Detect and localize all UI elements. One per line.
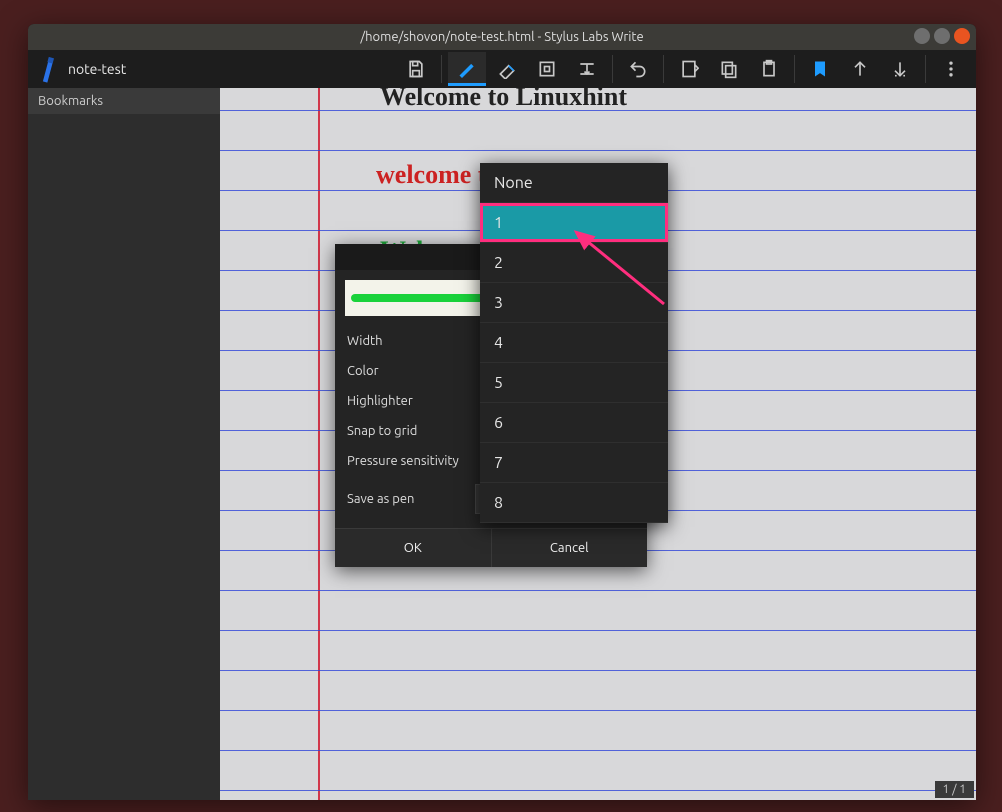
app-icon [29,51,65,87]
insert-space-button[interactable] [568,52,606,86]
undo-button[interactable] [619,52,657,86]
overflow-menu-button[interactable] [932,52,970,86]
minimize-button[interactable] [914,28,930,44]
dropdown-item-7[interactable]: 7 [480,443,668,483]
page-counter: 1 / 1 [935,781,974,798]
bookmarks-list[interactable] [28,114,220,800]
close-button[interactable] [954,28,970,44]
bookmark-button[interactable] [801,52,839,86]
pen-saveas-label: Save as pen [347,492,475,506]
pen-cancel-button[interactable]: Cancel [491,529,648,567]
maximize-button[interactable] [934,28,950,44]
toolbar: note-test [28,50,976,88]
app-window: /home/shovon/note-test.html - Stylus Lab… [28,24,976,800]
dropdown-item-2[interactable]: 2 [480,243,668,283]
copy-button[interactable] [710,52,748,86]
dropdown-item-8[interactable]: 8 [480,483,668,523]
paste-button[interactable] [750,52,788,86]
pen-ok-button[interactable]: OK [335,529,491,567]
dropdown-item-6[interactable]: 6 [480,403,668,443]
margin-line [318,88,320,800]
dropdown-item-5[interactable]: 5 [480,363,668,403]
handwriting-line-1: Welcome to Linuxhint [380,88,627,112]
bookmarks-sidebar: Bookmarks [28,88,220,800]
prev-page-button[interactable] [841,52,879,86]
dropdown-item-1[interactable]: 1 [480,203,668,243]
sidebar-header: Bookmarks [28,88,220,114]
dropdown-item-none[interactable]: None [480,163,668,203]
pen-tool-button[interactable] [448,52,486,86]
dropdown-item-4[interactable]: 4 [480,323,668,363]
select-tool-button[interactable] [528,52,566,86]
dropdown-item-3[interactable]: 3 [480,283,668,323]
window-controls [914,28,970,44]
document-title: note-test [68,61,126,77]
cut-button[interactable] [670,52,708,86]
saveas-dropdown[interactable]: None12345678 [480,163,668,523]
eraser-tool-button[interactable] [488,52,526,86]
window-title: /home/shovon/note-test.html - Stylus Lab… [360,30,643,44]
titlebar: /home/shovon/note-test.html - Stylus Lab… [28,24,976,50]
pen-dialog-buttons: OK Cancel [335,528,647,567]
save-button[interactable] [397,52,435,86]
next-page-button[interactable] [881,52,919,86]
